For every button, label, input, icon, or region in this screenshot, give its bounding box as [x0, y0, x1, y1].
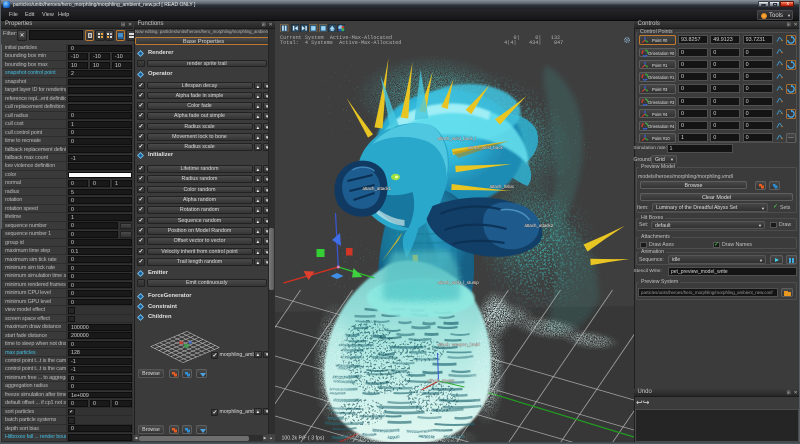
svg-text:attach_hitloc: attach_hitloc: [489, 184, 514, 189]
svg-text:attach_wrist_back: attach_wrist_back: [467, 145, 503, 150]
svg-text:attach_spawn: attach_spawn: [427, 378, 455, 383]
svg-text:attach_wrist_back_l: attach_wrist_back_l: [437, 136, 476, 141]
svg-text:attach_attack2: attach_attack2: [524, 223, 553, 228]
svg-text:attach_weapon_braid: attach_weapon_braid: [437, 342, 480, 347]
svg-text:attach_attack1: attach_attack1: [362, 186, 391, 191]
svg-text:attach_wrist_l_stump: attach_wrist_l_stump: [437, 280, 479, 285]
